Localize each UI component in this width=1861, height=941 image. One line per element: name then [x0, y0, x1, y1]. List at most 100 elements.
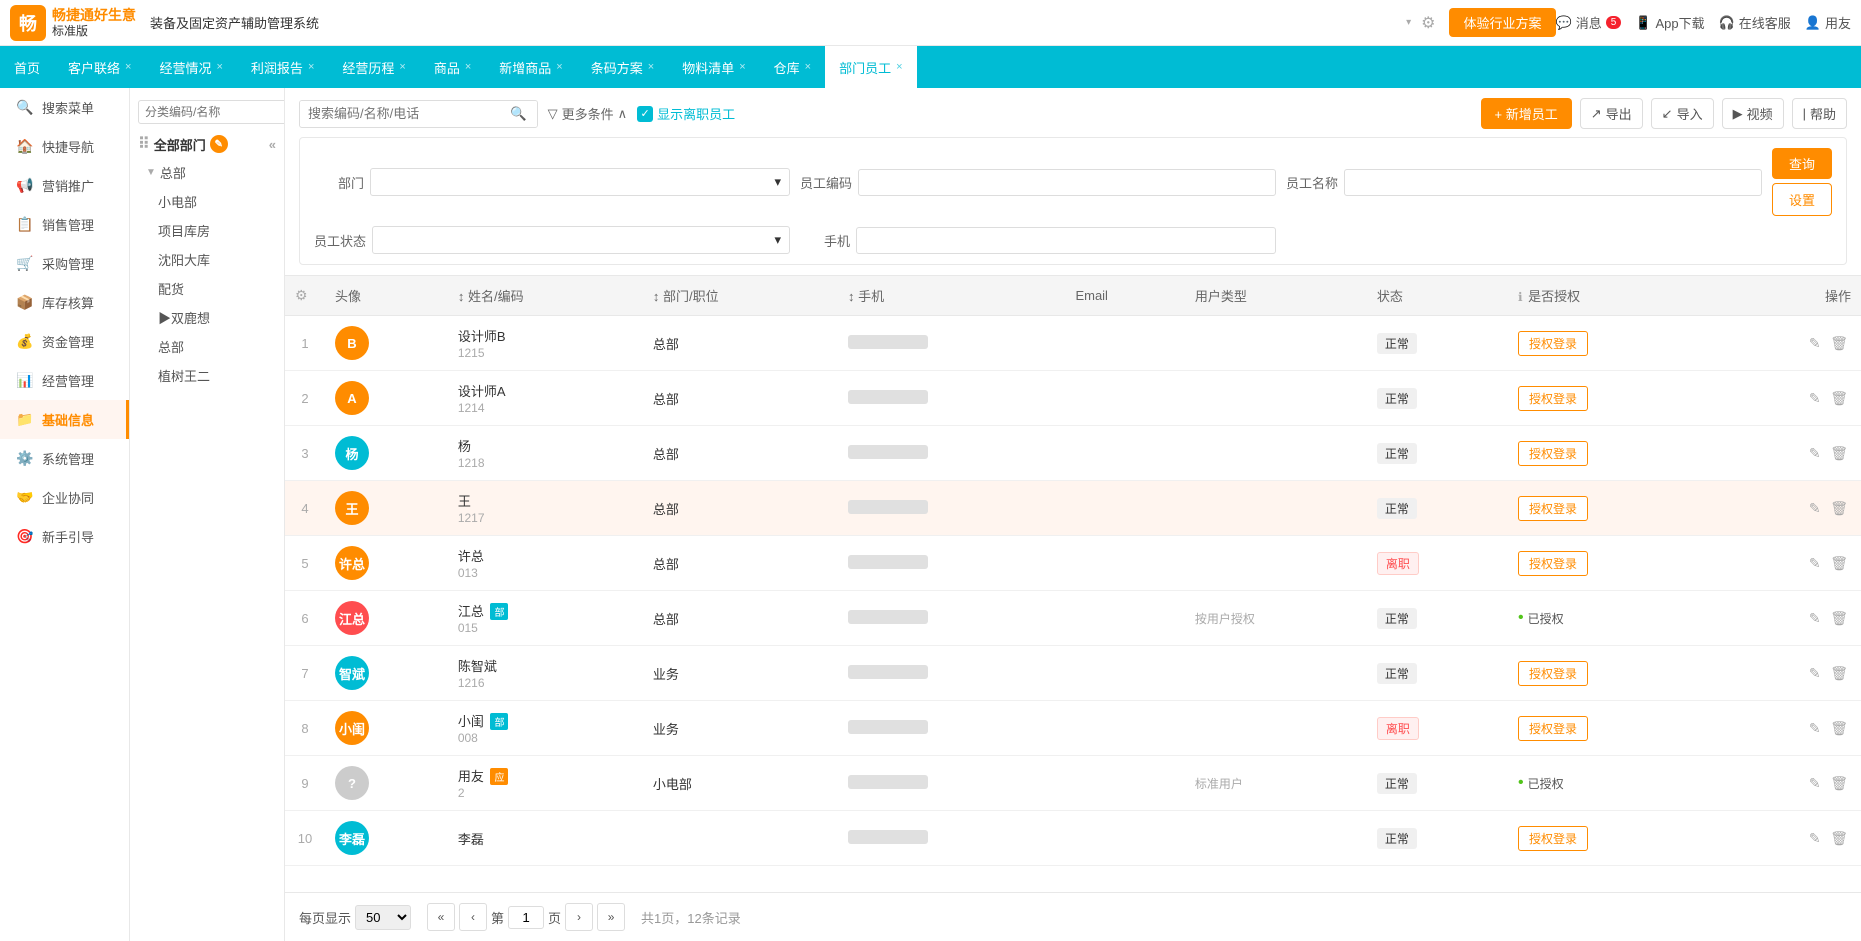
edit-icon[interactable]: ✎ [1809, 610, 1821, 626]
set-btn[interactable]: 设置 [1772, 183, 1832, 216]
auth-login-btn[interactable]: 授权登录 [1518, 826, 1588, 851]
help-btn[interactable]: | 帮助 [1792, 98, 1847, 129]
auth-login-btn[interactable]: 授权登录 [1518, 496, 1588, 521]
nav-close-icon[interactable]: × [896, 61, 902, 73]
dept-node-小电部[interactable]: 小电部 [130, 187, 284, 216]
nav-close-icon[interactable]: × [308, 61, 314, 73]
auth-login-btn[interactable]: 授权登录 [1518, 441, 1588, 466]
app-download-btn[interactable]: 📱 App下载 [1635, 13, 1704, 32]
emp-code-input[interactable] [858, 169, 1276, 196]
emp-name-input[interactable] [1344, 169, 1762, 196]
edit-icon[interactable]: ✎ [1809, 720, 1821, 736]
auth-login-btn[interactable]: 授权登录 [1518, 331, 1588, 356]
phone-input[interactable] [856, 227, 1276, 254]
search-input[interactable] [300, 101, 500, 126]
dept-edit-icon[interactable]: ✎ [210, 135, 228, 153]
import-btn[interactable]: ↙ 导入 [1651, 98, 1714, 129]
sidebar-item-system[interactable]: ⚙️系统管理 [0, 439, 129, 478]
nav-close-icon[interactable]: × [216, 61, 222, 73]
delete-icon[interactable]: 🗑 [1830, 775, 1848, 791]
auth-login-btn[interactable]: 授权登录 [1518, 661, 1588, 686]
nav-item-部门员工[interactable]: 部门员工× [825, 46, 916, 88]
messages-btn[interactable]: 💬 消息 5 [1556, 13, 1622, 32]
user-menu[interactable]: 👤 用友 [1805, 13, 1851, 32]
sidebar-item-sales[interactable]: 📋销售管理 [0, 205, 129, 244]
sidebar-item-guide[interactable]: 🎯新手引导 [0, 517, 129, 556]
first-page-btn[interactable]: « [427, 903, 455, 931]
nav-item-商品[interactable]: 商品× [420, 46, 485, 88]
nav-item-条码方案[interactable]: 条码方案× [577, 46, 668, 88]
auth-login-btn[interactable]: 授权登录 [1518, 716, 1588, 741]
sidebar-item-operations[interactable]: 📊经营管理 [0, 361, 129, 400]
more-filter-btn[interactable]: ▽ 更多条件 ∧ [548, 104, 628, 123]
delete-icon[interactable]: 🗑 [1830, 335, 1848, 351]
show-resigned-toggle[interactable]: ✓ 显示离职员工 [637, 104, 735, 123]
nav-item-首页[interactable]: 首页 [0, 46, 54, 88]
dept-node-植树王二[interactable]: 植树王二 [130, 361, 284, 390]
nav-close-icon[interactable]: × [739, 61, 745, 73]
export-btn[interactable]: ↗ 导出 [1580, 98, 1643, 129]
system-name-arrow[interactable]: ▾ [1406, 17, 1411, 28]
auth-login-btn[interactable]: 授权登录 [1518, 386, 1588, 411]
delete-icon[interactable]: 🗑 [1830, 445, 1848, 461]
try-btn[interactable]: 体验行业方案 [1449, 8, 1555, 37]
delete-icon[interactable]: 🗑 [1830, 555, 1848, 571]
sidebar-item-collab[interactable]: 🤝企业协同 [0, 478, 129, 517]
delete-icon[interactable]: 🗑 [1830, 390, 1848, 406]
delete-icon[interactable]: 🗑 [1830, 665, 1848, 681]
sidebar-item-quick-nav[interactable]: 🏠快捷导航 [0, 127, 129, 166]
nav-close-icon[interactable]: × [805, 61, 811, 73]
auth-login-btn[interactable]: 授权登录 [1518, 551, 1588, 576]
settings-gear-icon[interactable]: ⚙ [1421, 13, 1435, 33]
edit-icon[interactable]: ✎ [1809, 555, 1821, 571]
nav-item-客户联络[interactable]: 客户联络× [54, 46, 145, 88]
dept-search-input[interactable] [138, 100, 285, 124]
search-btn[interactable]: 🔍 [500, 101, 537, 127]
sidebar-item-marketing[interactable]: 📢营销推广 [0, 166, 129, 205]
dept-node-沈阳大库[interactable]: 沈阳大库 [130, 245, 284, 274]
dept-node-双鹿想[interactable]: ▶双鹿想 [130, 303, 284, 332]
dept-node-项目库房[interactable]: 项目库房 [130, 216, 284, 245]
dept-select[interactable]: ▾ [370, 168, 790, 196]
dept-collapse-btn[interactable]: « [269, 137, 276, 152]
page-number-input[interactable] [508, 906, 544, 929]
dept-node-总部[interactable]: ▼总部 [130, 158, 284, 187]
sidebar-item-basic-info[interactable]: 📁基础信息 [0, 400, 129, 439]
delete-icon[interactable]: 🗑 [1830, 500, 1848, 516]
nav-close-icon[interactable]: × [556, 61, 562, 73]
nav-close-icon[interactable]: × [465, 61, 471, 73]
edit-icon[interactable]: ✎ [1809, 500, 1821, 516]
nav-close-icon[interactable]: × [648, 61, 654, 73]
edit-icon[interactable]: ✎ [1809, 775, 1821, 791]
delete-icon[interactable]: 🗑 [1830, 610, 1848, 626]
next-page-btn[interactable]: › [565, 903, 593, 931]
nav-item-物料清单[interactable]: 物料清单× [668, 46, 759, 88]
sidebar-item-finance[interactable]: 💰资金管理 [0, 322, 129, 361]
last-page-btn[interactable]: » [597, 903, 625, 931]
delete-icon[interactable]: 🗑 [1830, 720, 1848, 736]
edit-icon[interactable]: ✎ [1809, 445, 1821, 461]
nav-close-icon[interactable]: × [125, 61, 131, 73]
delete-icon[interactable]: 🗑 [1830, 830, 1848, 846]
dept-node-总部[interactable]: 总部 [130, 332, 284, 361]
nav-item-利润报告[interactable]: 利润报告× [237, 46, 328, 88]
nav-item-经营情况[interactable]: 经营情况× [145, 46, 236, 88]
nav-close-icon[interactable]: × [399, 61, 405, 73]
sidebar-item-search[interactable]: 🔍搜索菜单 [0, 88, 129, 127]
query-btn[interactable]: 查询 [1772, 148, 1832, 179]
page-size-select[interactable]: 50 10 20 100 [355, 905, 411, 930]
view-btn[interactable]: ▶ 视频 [1722, 98, 1784, 129]
sidebar-item-inventory[interactable]: 📦库存核算 [0, 283, 129, 322]
prev-page-btn[interactable]: ‹ [459, 903, 487, 931]
dept-node-配货[interactable]: 配货 [130, 274, 284, 303]
edit-icon[interactable]: ✎ [1809, 335, 1821, 351]
add-employee-btn[interactable]: + 新增员工 [1481, 98, 1572, 129]
edit-icon[interactable]: ✎ [1809, 830, 1821, 846]
nav-item-新增商品[interactable]: 新增商品× [485, 46, 576, 88]
edit-icon[interactable]: ✎ [1809, 390, 1821, 406]
nav-item-经营历程[interactable]: 经营历程× [328, 46, 419, 88]
column-settings-icon[interactable]: ⚙ [295, 287, 308, 303]
online-service-btn[interactable]: 🎧 在线客服 [1719, 13, 1791, 32]
edit-icon[interactable]: ✎ [1809, 665, 1821, 681]
sidebar-item-purchase[interactable]: 🛒采购管理 [0, 244, 129, 283]
